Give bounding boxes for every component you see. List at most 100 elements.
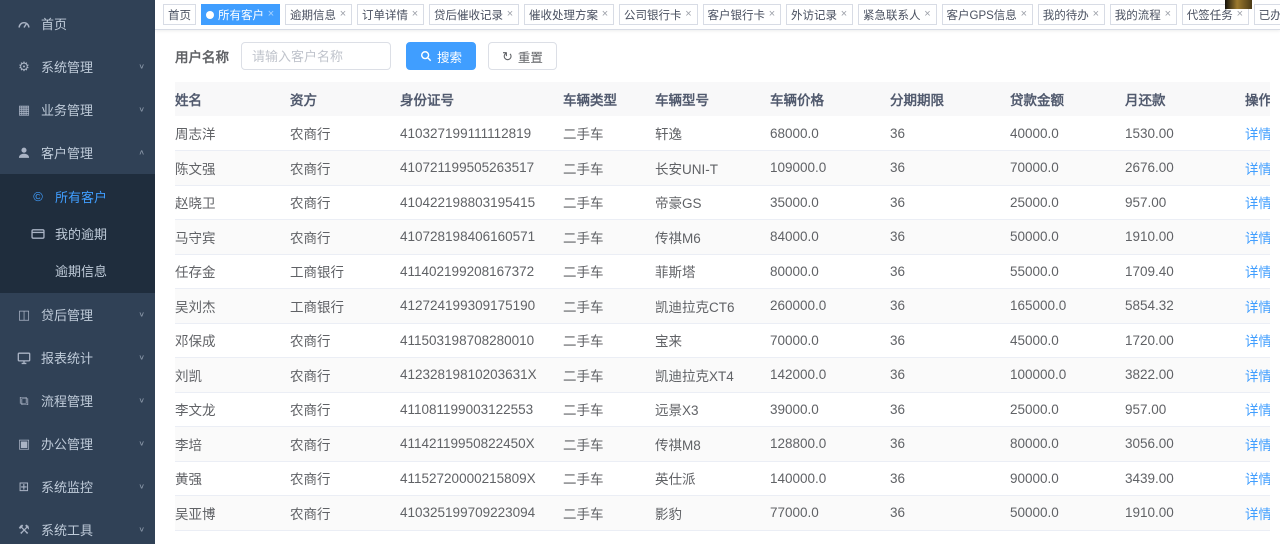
table-cell: 凯迪拉克CT6 xyxy=(655,289,770,324)
sidebar-item-tools[interactable]: ⚒系统工具∨ xyxy=(0,508,155,544)
table-cell: 二手车 xyxy=(563,185,655,220)
column-header: 姓名 xyxy=(175,82,290,116)
table-cell: 36 xyxy=(890,461,1010,496)
detail-link[interactable]: 详情 xyxy=(1245,300,1270,315)
tab-item[interactable]: 首页 xyxy=(163,4,196,25)
detail-link[interactable]: 详情 xyxy=(1245,231,1270,246)
table-cell xyxy=(400,530,563,544)
tab-item[interactable]: 紧急联系人× xyxy=(858,4,937,25)
table-cell: 李培 xyxy=(175,427,290,462)
table-cell: 二手车 xyxy=(563,427,655,462)
detail-link[interactable]: 详情 xyxy=(1245,369,1270,384)
table-cell: 36 xyxy=(890,358,1010,393)
tab-item[interactable]: 所有客户× xyxy=(201,4,280,25)
close-icon[interactable]: × xyxy=(685,9,693,20)
table-cell: 刘凯 xyxy=(175,358,290,393)
close-icon[interactable]: × xyxy=(267,9,275,20)
table-cell: 50000.0 xyxy=(1010,496,1125,531)
close-icon[interactable]: × xyxy=(840,9,848,20)
home-icon xyxy=(16,16,32,32)
close-icon[interactable]: × xyxy=(768,9,776,20)
chevron-down-icon: ∨ xyxy=(138,439,145,448)
detail-link[interactable]: 详情 xyxy=(1245,196,1270,211)
table-row: 吴亚博农商行410325199709223094二手车影豹77000.03650… xyxy=(175,496,1270,531)
table-cell: 二手车 xyxy=(563,496,655,531)
table-cell: 2676.00 xyxy=(1125,151,1245,186)
detail-link[interactable]: 详情 xyxy=(1245,265,1270,280)
tab-label: 客户银行卡 xyxy=(708,7,766,23)
close-icon[interactable]: × xyxy=(1020,9,1028,20)
table-cell: 凯迪拉克XT4 xyxy=(655,358,770,393)
close-icon[interactable]: × xyxy=(1164,9,1172,20)
tab-item[interactable]: 客户银行卡× xyxy=(703,4,782,25)
table-cell: 411081199003122553 xyxy=(400,392,563,427)
table-cell: 3439.00 xyxy=(1125,461,1245,496)
tab-item[interactable]: 我的流程× xyxy=(1110,4,1177,25)
close-icon[interactable]: × xyxy=(601,9,609,20)
tab-item[interactable]: 贷后催收记录× xyxy=(429,4,519,25)
detail-link[interactable]: 详情 xyxy=(1245,403,1270,418)
sidebar-item-customer[interactable]: 客户管理∧ xyxy=(0,131,155,174)
tab-label: 已办任务 xyxy=(1259,7,1280,23)
operation-cell: 详情 xyxy=(1245,220,1270,255)
sidebar-item-business[interactable]: ▦业务管理∨ xyxy=(0,88,155,131)
tab-item[interactable]: 客户GPS信息× xyxy=(942,4,1033,25)
sidebar-item-home[interactable]: 首页 xyxy=(0,2,155,45)
detail-link[interactable]: 详情 xyxy=(1245,472,1270,487)
close-icon[interactable]: × xyxy=(506,9,514,20)
table-cell: 农商行 xyxy=(290,323,400,358)
table-cell: 165000.0 xyxy=(1010,289,1125,324)
table-cell: 35000.0 xyxy=(770,185,890,220)
tab-item[interactable]: 外访记录× xyxy=(786,4,853,25)
close-icon[interactable]: × xyxy=(1092,9,1100,20)
table-row: 陈文强农商行410721199505263517二手车长安UNI-T109000… xyxy=(175,151,1270,186)
close-icon[interactable]: × xyxy=(924,9,932,20)
sidebar-item-reports[interactable]: 报表统计∨ xyxy=(0,336,155,379)
book-icon: ◫ xyxy=(16,307,32,323)
search-button[interactable]: 搜索 xyxy=(406,42,476,70)
table-cell: 邓保成 xyxy=(175,323,290,358)
close-icon[interactable]: × xyxy=(339,9,347,20)
menu-item-label: 系统工具 xyxy=(41,520,134,539)
table-cell: 二手车 xyxy=(563,358,655,393)
tab-item[interactable]: 订单详情× xyxy=(357,4,424,25)
close-icon[interactable]: × xyxy=(1236,9,1244,20)
detail-link[interactable]: 详情 xyxy=(1245,438,1270,453)
tab-item[interactable]: 已办任务× xyxy=(1254,4,1280,25)
tab-item[interactable]: 我的待办× xyxy=(1038,4,1105,25)
sidebar-item-system[interactable]: ⚙系统管理∨ xyxy=(0,45,155,88)
table-cell: 84000.0 xyxy=(770,220,890,255)
detail-link[interactable]: 详情 xyxy=(1245,334,1270,349)
table-cell: 410327199111112819 xyxy=(400,116,563,151)
table-cell: 影豹 xyxy=(655,496,770,531)
table-cell: 109000.0 xyxy=(770,151,890,186)
search-button-label: 搜索 xyxy=(437,47,462,66)
search-input[interactable] xyxy=(241,42,391,70)
table-cell: 远景X3 xyxy=(655,392,770,427)
sidebar-item-office[interactable]: ▣办公管理∨ xyxy=(0,422,155,465)
table-cell: 1910.00 xyxy=(1125,220,1245,255)
sidebar-subitem-all-customers[interactable]: ©所有客户 xyxy=(0,178,155,215)
detail-link[interactable]: 详情 xyxy=(1245,127,1270,142)
sidebar-item-post-loan[interactable]: ◫贷后管理∨ xyxy=(0,293,155,336)
table-row: 马守宾农商行410728198406160571二手车传祺M684000.036… xyxy=(175,220,1270,255)
close-icon[interactable]: × xyxy=(411,9,419,20)
sidebar-subitem-overdue-info[interactable]: 逾期信息 xyxy=(0,252,155,289)
sidebar-item-monitor[interactable]: ⊞系统监控∨ xyxy=(0,465,155,508)
column-header: 车辆类型 xyxy=(563,82,655,116)
table-cell: 二手车 xyxy=(563,289,655,324)
user-icon xyxy=(16,145,32,161)
detail-link[interactable]: 详情 xyxy=(1245,507,1270,522)
sidebar-item-process[interactable]: ⧉流程管理∨ xyxy=(0,379,155,422)
table-cell xyxy=(890,530,1010,544)
tab-item[interactable]: 逾期信息× xyxy=(285,4,352,25)
tab-label: 首页 xyxy=(168,7,191,23)
detail-link[interactable]: 详情 xyxy=(1245,162,1270,177)
main-area: 首页所有客户×逾期信息×订单详情×贷后催收记录×催收处理方案×公司银行卡×客户银… xyxy=(155,0,1280,544)
reset-button[interactable]: ↻ 重置 xyxy=(488,42,557,70)
table-cell: 二手车 xyxy=(563,392,655,427)
tab-item[interactable]: 催收处理方案× xyxy=(524,4,614,25)
tab-item[interactable]: 公司银行卡× xyxy=(619,4,698,25)
sidebar-subitem-my-overdue[interactable]: 我的逾期 xyxy=(0,215,155,252)
operation-cell: 详情 xyxy=(1245,358,1270,393)
